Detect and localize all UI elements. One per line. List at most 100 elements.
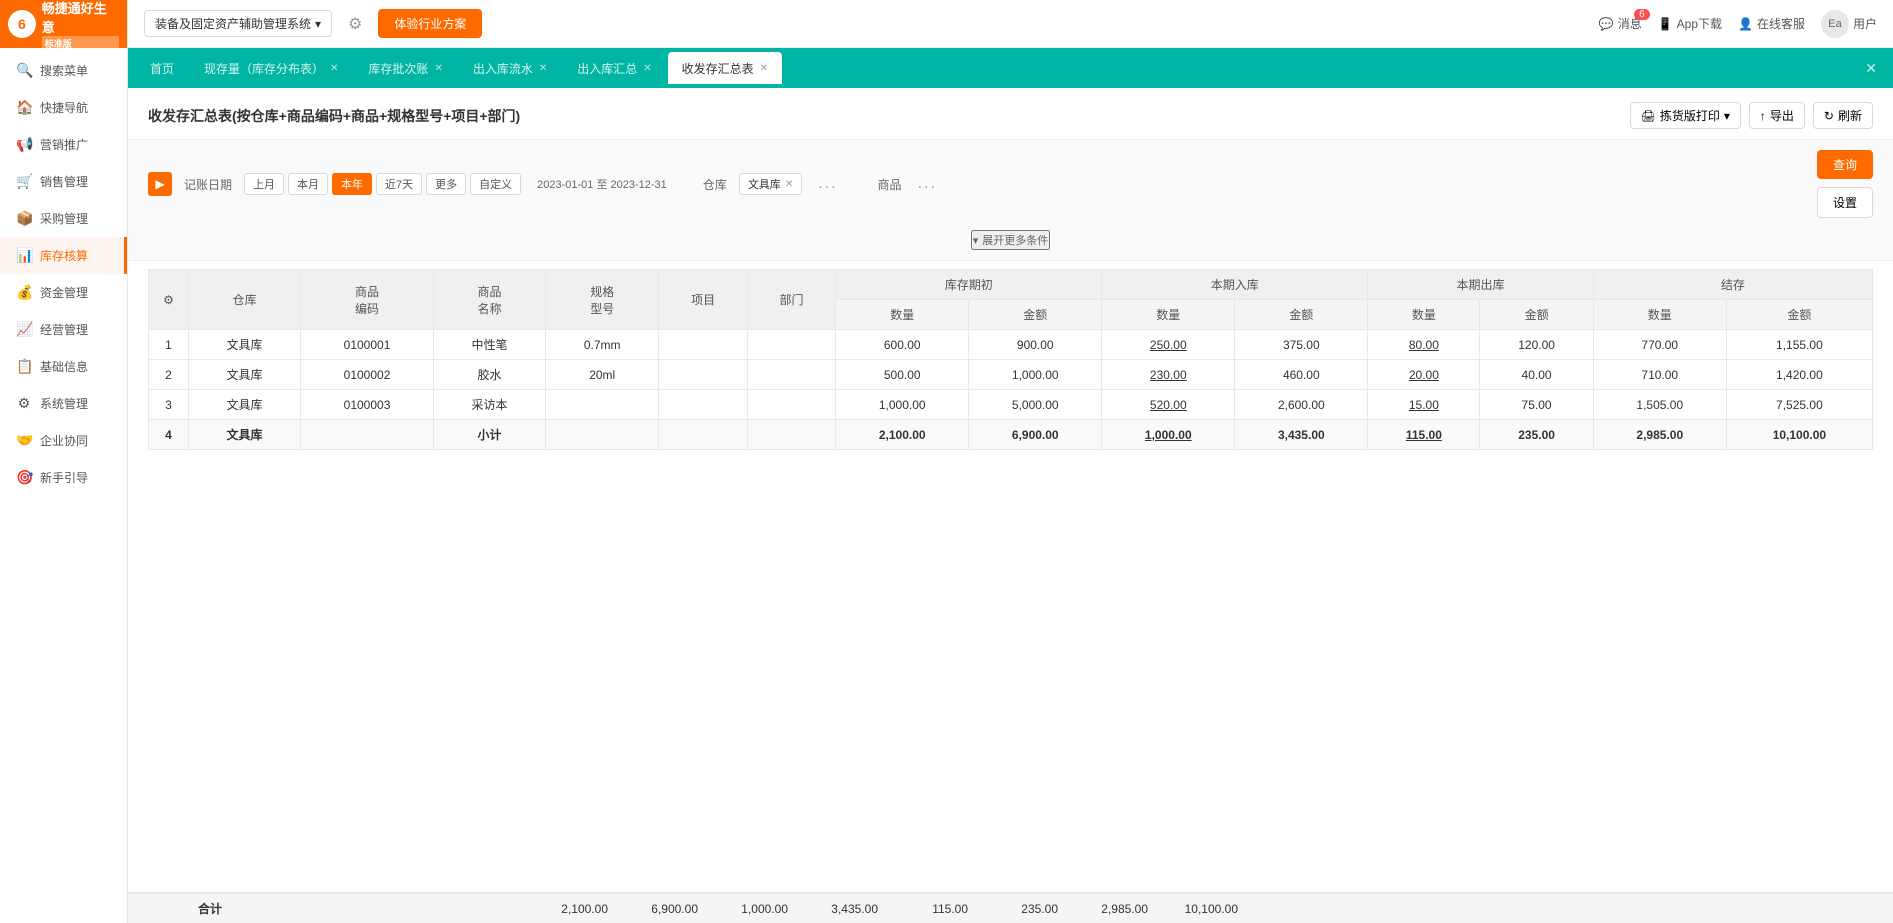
sidebar-item-base-info[interactable]: 📋基础信息 [0,348,127,385]
export-button[interactable]: ↑ 导出 [1749,102,1805,129]
th-settings[interactable]: ⚙ [149,270,189,330]
sidebar-item-marketing[interactable]: 📢营销推广 [0,126,127,163]
row-in-qty[interactable]: 1,000.00 [1102,420,1235,450]
row-out-amt: 235.00 [1480,420,1593,450]
row-in-qty[interactable]: 250.00 [1102,330,1235,360]
sidebar-item-label: 经营管理 [40,321,88,338]
th-code: 商品编码 [301,270,434,330]
header-actions: 💬 消息 6 📱 App下载 👤 在线客服 Ea 用户 [1599,10,1877,38]
sidebar-item-guide[interactable]: 🎯新手引导 [0,459,127,496]
sidebar-item-label: 销售管理 [40,173,88,190]
sidebar-item-label: 企业协同 [40,432,88,449]
date-btn-自定义[interactable]: 自定义 [470,173,521,195]
sidebar-item-collab[interactable]: 🤝企业协同 [0,422,127,459]
th-in-qty: 数量 [1102,300,1235,330]
row-open-amt: 900.00 [969,330,1102,360]
row-out-qty[interactable]: 115.00 [1368,420,1480,450]
sidebar-item-purchase[interactable]: 📦采购管理 [0,200,127,237]
try-button[interactable]: 体验行业方案 [378,9,482,38]
warehouse-more-icon[interactable]: ... [814,176,841,192]
sidebar-item-sales[interactable]: 🛒销售管理 [0,163,127,200]
date-btn-上月[interactable]: 上月 [244,173,284,195]
message-action[interactable]: 💬 消息 6 [1599,15,1642,32]
row-in-qty[interactable]: 520.00 [1102,390,1235,420]
row-in-qty[interactable]: 230.00 [1102,360,1235,390]
row-name: 中性笔 [434,330,546,360]
th-out-qty: 数量 [1368,300,1480,330]
message-badge: 6 [1634,9,1650,20]
data-table: ⚙ 仓库 商品编码 商品名称 规格型号 项目 部门 库存期初 本期入库 本期出库… [148,269,1873,450]
row-no: 4 [149,420,189,450]
sidebar-item-finance[interactable]: 💰资金管理 [0,274,127,311]
user-action[interactable]: Ea 用户 [1821,10,1877,38]
tab-bar: 首页现存量（库存分布表）✕库存批次账✕出入库流水✕出入库汇总✕收发存汇总表✕✕ [128,48,1893,88]
footer-out-qty: 115.00 [888,902,978,916]
tab-close-recv-send-summary[interactable]: ✕ [760,63,768,74]
sidebar-item-system[interactable]: ⚙系统管理 [0,385,127,422]
footer-total-label: 合计 [148,900,528,917]
th-in-amt: 金额 [1235,300,1368,330]
row-close-qty: 1,505.00 [1593,390,1726,420]
th-project: 项目 [659,270,747,330]
message-icon: 💬 [1599,17,1614,31]
sidebar-item-search[interactable]: 🔍搜索菜单 [0,52,127,89]
table-footer: 合计 2,100.00 6,900.00 1,000.00 3,435.00 1… [128,892,1893,923]
expand-conditions-button[interactable]: ▾ 展开更多条件 [971,230,1051,250]
row-name: 小计 [434,420,546,450]
warehouse-tag: 文具库 ✕ [739,173,802,195]
date-btn-近7天[interactable]: 近7天 [376,173,422,195]
sidebar-item-inventory[interactable]: 📊库存核算 [0,237,127,274]
sidebar-item-quick-nav[interactable]: 🏠快捷导航 [0,89,127,126]
tab-close-inout-summary[interactable]: ✕ [643,63,651,74]
footer-open-amt: 6,900.00 [618,902,708,916]
row-out-qty[interactable]: 80.00 [1368,330,1480,360]
date-btn-本年[interactable]: 本年 [332,173,372,195]
row-out-qty[interactable]: 15.00 [1368,390,1480,420]
tab-close-batch[interactable]: ✕ [434,63,442,74]
th-dept: 部门 [747,270,835,330]
filter-toggle-btn[interactable]: ▶ [148,172,172,196]
tab-label-stock-dist: 现存量（库存分布表） [204,60,324,77]
sidebar-item-operations[interactable]: 📈经营管理 [0,311,127,348]
system-name: 装备及固定资产辅助管理系统 [155,15,311,32]
date-btn-更多[interactable]: 更多 [426,173,466,195]
tab-close-stock-dist[interactable]: ✕ [330,63,338,74]
quick-nav-icon: 🏠 [16,99,32,116]
warehouse-tag-close-icon[interactable]: ✕ [785,179,793,190]
th-out-amt: 金额 [1480,300,1593,330]
gear-icon[interactable]: ⚙ [348,14,362,34]
system-select[interactable]: 装备及固定资产辅助管理系统 ▾ [144,10,332,37]
tab-home[interactable]: 首页 [136,52,188,84]
app-download-label: App下载 [1677,15,1722,32]
query-button[interactable]: 查询 [1817,150,1873,179]
settings-button[interactable]: 设置 [1817,187,1873,218]
print-button[interactable]: 🖨 拣货版打印 ▾ [1630,102,1741,129]
tab-stock-dist[interactable]: 现存量（库存分布表） ✕ [190,52,352,84]
main-content: 装备及固定资产辅助管理系统 ▾ ⚙ 体验行业方案 💬 消息 6 📱 App下载 … [128,0,1893,923]
goods-filter-label: 商品 [878,176,902,193]
row-no: 2 [149,360,189,390]
table-row: 4 文具库 小计 2,100.00 6,900.00 1,000.00 3,43… [149,420,1873,450]
online-service-action[interactable]: 👤 在线客服 [1738,15,1805,32]
tab-batch[interactable]: 库存批次账✕ [354,52,456,84]
goods-more-icon[interactable]: ... [914,176,941,192]
refresh-icon: ↻ [1824,109,1834,123]
row-out-qty[interactable]: 20.00 [1368,360,1480,390]
base-info-icon: 📋 [16,358,32,375]
tab-label-home: 首页 [150,60,174,77]
inventory-icon: 📊 [16,247,32,264]
row-warehouse: 文具库 [189,360,301,390]
tab-close-inout-flow[interactable]: ✕ [539,63,547,74]
row-close-amt: 7,525.00 [1726,390,1872,420]
tab-inout-flow[interactable]: 出入库流水✕ [459,52,561,84]
row-in-amt: 2,600.00 [1235,390,1368,420]
refresh-button[interactable]: ↻ 刷新 [1813,102,1873,129]
row-name: 胶水 [434,360,546,390]
app-download-action[interactable]: 📱 App下载 [1658,15,1722,32]
tab-inout-summary[interactable]: 出入库汇总✕ [563,52,665,84]
tab-recv-send-summary[interactable]: 收发存汇总表✕ [668,52,782,84]
close-all-tabs-icon[interactable]: ✕ [1857,60,1885,77]
date-btn-本月[interactable]: 本月 [288,173,328,195]
expand-label: 展开更多条件 [982,232,1048,248]
row-dept [747,420,835,450]
